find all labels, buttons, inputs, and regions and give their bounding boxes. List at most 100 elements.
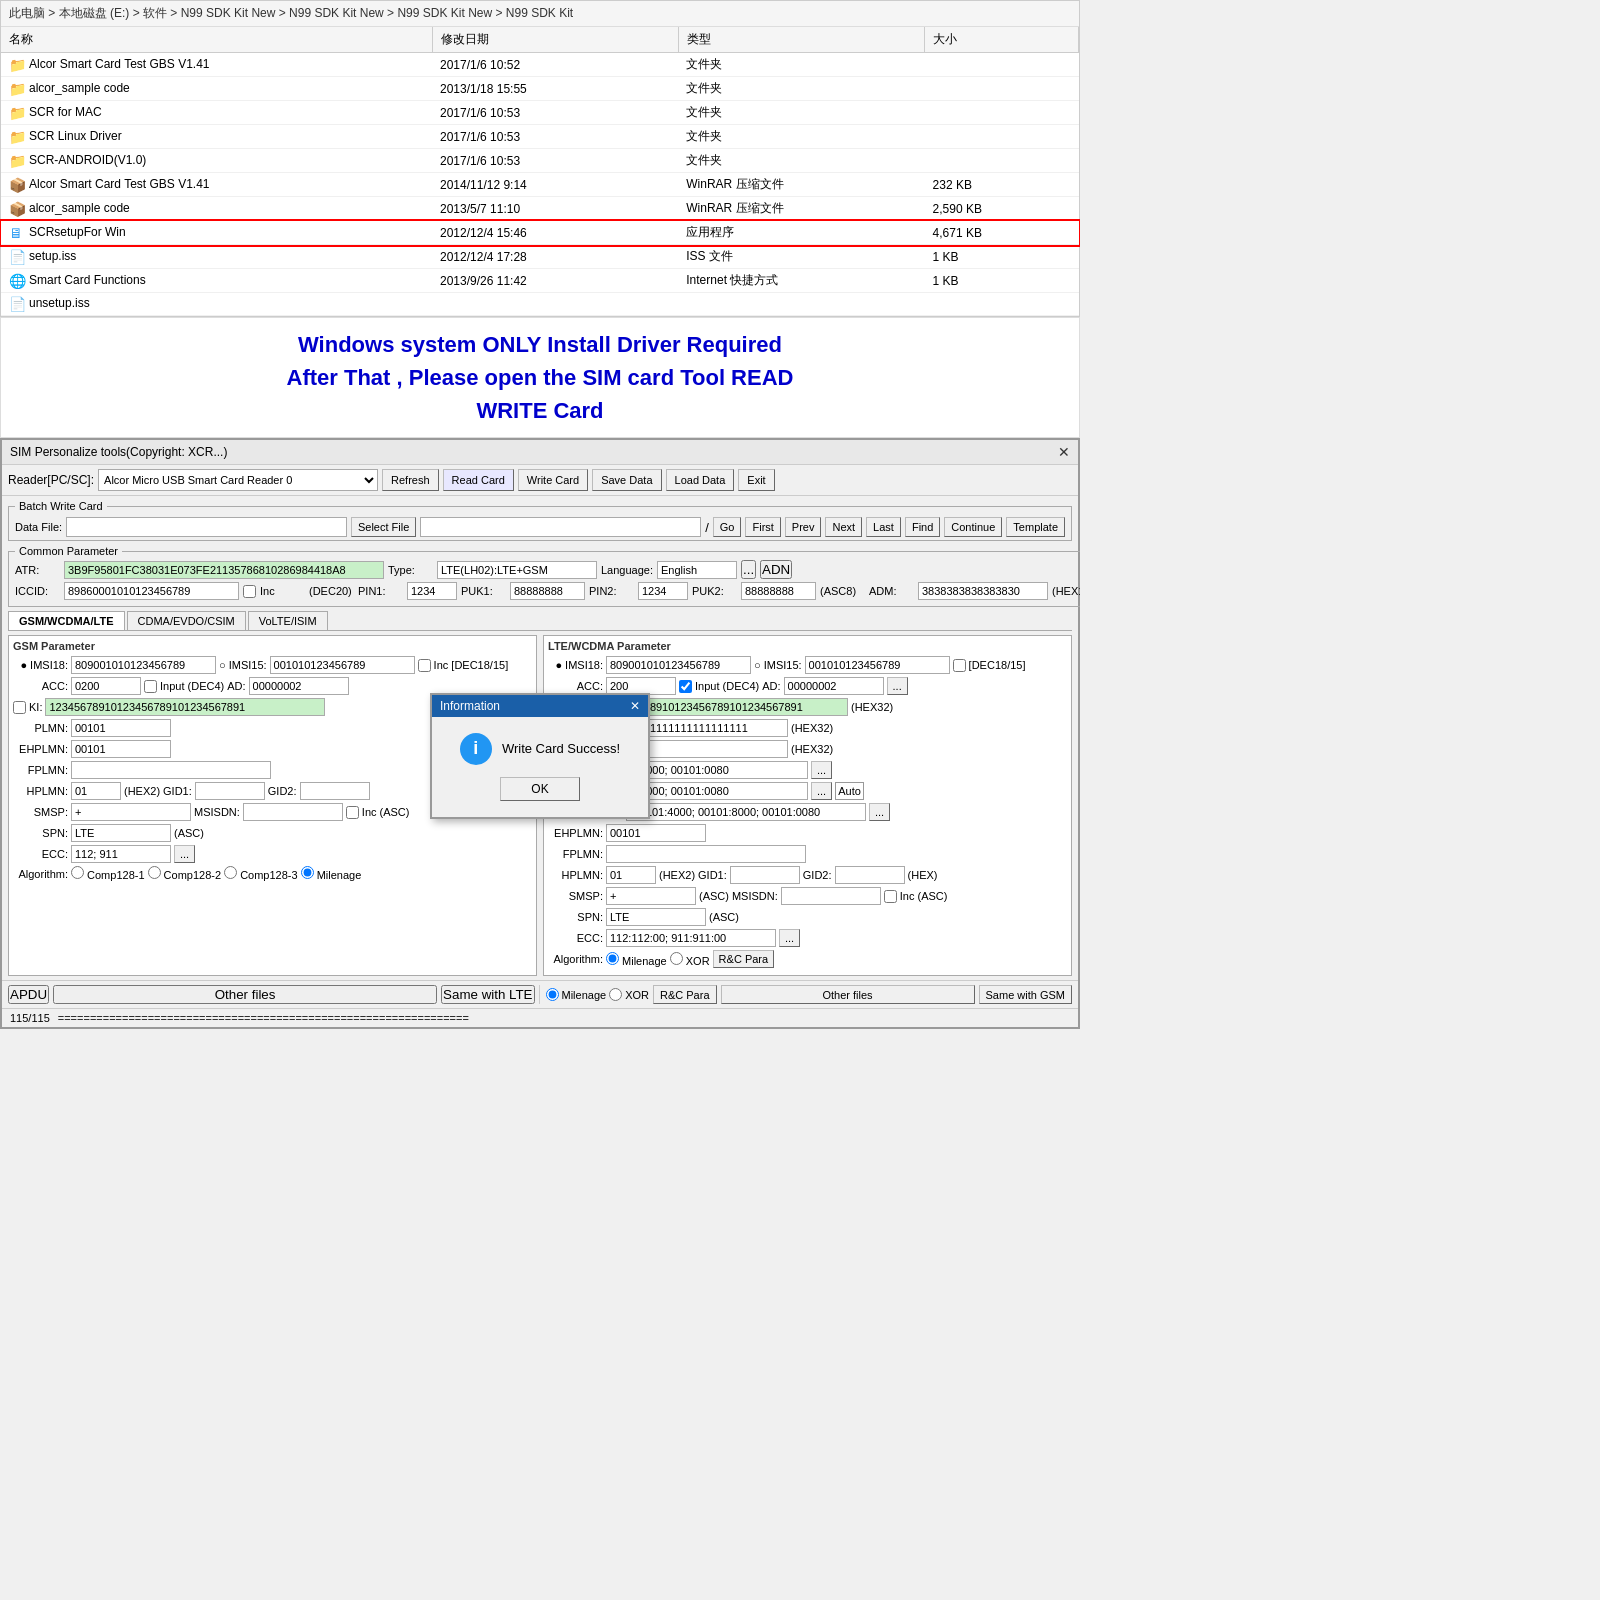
continue-button[interactable]: Continue <box>944 517 1002 537</box>
read-card-button[interactable]: Read Card <box>443 469 514 491</box>
data-file-input[interactable] <box>66 517 347 537</box>
reader-select[interactable]: Alcor Micro USB Smart Card Reader 0 <box>98 469 378 491</box>
lte-fplmn2-btn[interactable]: ... <box>811 782 832 800</box>
lte-spn-input[interactable] <box>606 908 706 926</box>
next-button[interactable]: Next <box>825 517 862 537</box>
lte-milenage-radio[interactable] <box>606 952 619 965</box>
gsm-apdu-button[interactable]: APDU <box>8 985 49 1004</box>
gsm-inc-checkbox[interactable] <box>418 659 431 672</box>
select-file-button[interactable]: Select File <box>351 517 416 537</box>
gsm-hplmn-input[interactable] <box>71 782 121 800</box>
template-button[interactable]: Template <box>1006 517 1065 537</box>
gsm-imsi18-input[interactable] <box>71 656 216 674</box>
lte-ecc-input[interactable] <box>606 929 776 947</box>
gsm-same-with-lte-button[interactable]: Same with LTE <box>441 985 534 1004</box>
gsm-msisdn-input[interactable] <box>243 803 343 821</box>
table-row[interactable]: 📁SCR Linux Driver 2017/1/6 10:53 文件夹 <box>1 125 1079 149</box>
gsm-milenage-radio[interactable] <box>301 866 314 879</box>
gsm-ecc-btn[interactable]: ... <box>174 845 195 863</box>
col-type[interactable]: 类型 <box>678 27 924 53</box>
gsm-comp128-2-radio[interactable] <box>148 866 161 879</box>
puk2-input[interactable] <box>741 582 816 600</box>
table-row[interactable]: 📁SCR-ANDROID(V1.0) 2017/1/6 10:53 文件夹 <box>1 149 1079 173</box>
lte-fplmn1-btn[interactable]: ... <box>811 761 832 779</box>
gsm-ecc-input[interactable] <box>71 845 171 863</box>
lte-ad-input[interactable] <box>784 677 884 695</box>
puk1-input[interactable] <box>510 582 585 600</box>
lte-same-with-gsm-button[interactable]: Same with GSM <box>979 985 1072 1004</box>
table-row[interactable]: 📁alcor_sample code 2013/1/18 15:55 文件夹 <box>1 77 1079 101</box>
lte-xor-bottom-radio[interactable] <box>609 988 622 1001</box>
tab-gsm[interactable]: GSM/WCDMA/LTE <box>8 611 125 630</box>
refresh-button[interactable]: Refresh <box>382 469 439 491</box>
prev-button[interactable]: Prev <box>785 517 822 537</box>
close-icon[interactable]: ✕ <box>1058 444 1070 460</box>
lte-inc-checkbox[interactable] <box>953 659 966 672</box>
gsm-gid1-input[interactable] <box>195 782 265 800</box>
gsm-plmn-input[interactable] <box>71 719 171 737</box>
table-row[interactable]: 📄setup.iss 2012/12/4 17:28 ISS 文件 1 KB <box>1 245 1079 269</box>
lte-imsi15-input[interactable] <box>805 656 950 674</box>
inc-checkbox[interactable] <box>243 585 256 598</box>
table-row[interactable]: 📦Alcor Smart Card Test GBS V1.41 2014/11… <box>1 173 1079 197</box>
table-row[interactable]: 🖥SCRsetupFor Win 2012/12/4 15:46 应用程序 4,… <box>1 221 1079 245</box>
gsm-spn-input[interactable] <box>71 824 171 842</box>
gsm-comp128-1-radio[interactable] <box>71 866 84 879</box>
lte-imsi18-input[interactable] <box>606 656 751 674</box>
language-input[interactable] <box>657 561 737 579</box>
dialog-ok-button[interactable]: OK <box>500 777 579 801</box>
table-row[interactable]: 📄unsetup.iss <box>1 293 1079 316</box>
gsm-ki-input[interactable] <box>45 698 325 716</box>
table-row[interactable]: 🌐Smart Card Functions 2013/9/26 11:42 In… <box>1 269 1079 293</box>
lte-hplmn-input[interactable] <box>606 866 656 884</box>
pin2-input[interactable] <box>638 582 688 600</box>
last-button[interactable]: Last <box>866 517 901 537</box>
write-card-button[interactable]: Write Card <box>518 469 588 491</box>
lte-rc-para-bottom-button[interactable]: R&C Para <box>653 985 717 1004</box>
lte-gid2-input[interactable] <box>835 866 905 884</box>
col-size[interactable]: 大小 <box>925 27 1079 53</box>
gsm-comp128-3-radio[interactable] <box>224 866 237 879</box>
table-row[interactable]: 📁Alcor Smart Card Test GBS V1.41 2017/1/… <box>1 53 1079 77</box>
col-date[interactable]: 修改日期 <box>432 27 678 53</box>
table-row[interactable]: 📁SCR for MAC 2017/1/6 10:53 文件夹 <box>1 101 1079 125</box>
adn-button[interactable]: ADN <box>760 560 792 579</box>
gsm-acc-input[interactable] <box>71 677 141 695</box>
lte-hplmnact-input[interactable] <box>626 803 866 821</box>
gsm-fplmn-input[interactable] <box>71 761 271 779</box>
lte-xor-radio[interactable] <box>670 952 683 965</box>
save-data-button[interactable]: Save Data <box>592 469 661 491</box>
load-data-button[interactable]: Load Data <box>666 469 735 491</box>
tab-volte[interactable]: VoLTE/ISIM <box>248 611 328 630</box>
atr-input[interactable] <box>64 561 384 579</box>
gsm-ad-input[interactable] <box>249 677 349 695</box>
lte-msisdn-inc-checkbox[interactable] <box>884 890 897 903</box>
ellipsis-button[interactable]: ... <box>741 560 756 579</box>
lte-gid1-input[interactable] <box>730 866 800 884</box>
gsm-other-files-button[interactable]: Other files <box>53 985 437 1004</box>
dialog-close-icon[interactable]: ✕ <box>630 699 640 713</box>
table-row[interactable]: 📦alcor_sample code 2013/5/7 11:10 WinRAR… <box>1 197 1079 221</box>
gsm-gid2-input[interactable] <box>300 782 370 800</box>
gsm-ki-inc-checkbox[interactable] <box>13 701 26 714</box>
lte-ehplmn-input[interactable] <box>606 824 706 842</box>
find-button[interactable]: Find <box>905 517 940 537</box>
lte-ad-btn[interactable]: ... <box>887 677 908 695</box>
gsm-smsp-input[interactable] <box>71 803 191 821</box>
lte-fplmn-input2[interactable] <box>606 845 806 863</box>
lte-milenage-bottom-radio[interactable] <box>546 988 559 1001</box>
lte-input-checkbox[interactable] <box>679 680 692 693</box>
col-name[interactable]: 名称 <box>1 27 432 53</box>
pin1-input[interactable] <box>407 582 457 600</box>
rc-para-button[interactable]: R&C Para <box>713 950 775 968</box>
lte-smsp-input[interactable] <box>606 887 696 905</box>
go-button[interactable]: Go <box>713 517 742 537</box>
tab-cdma[interactable]: CDMA/EVDO/CSIM <box>127 611 246 630</box>
lte-other-files-button[interactable]: Other files <box>721 985 975 1004</box>
gsm-msisdn-inc-checkbox[interactable] <box>346 806 359 819</box>
lte-ecc-btn[interactable]: ... <box>779 929 800 947</box>
exit-button[interactable]: Exit <box>738 469 774 491</box>
gsm-ehplmn-input[interactable] <box>71 740 171 758</box>
lte-hplmnact-btn[interactable]: ... <box>869 803 890 821</box>
batch-count-input[interactable] <box>420 517 701 537</box>
